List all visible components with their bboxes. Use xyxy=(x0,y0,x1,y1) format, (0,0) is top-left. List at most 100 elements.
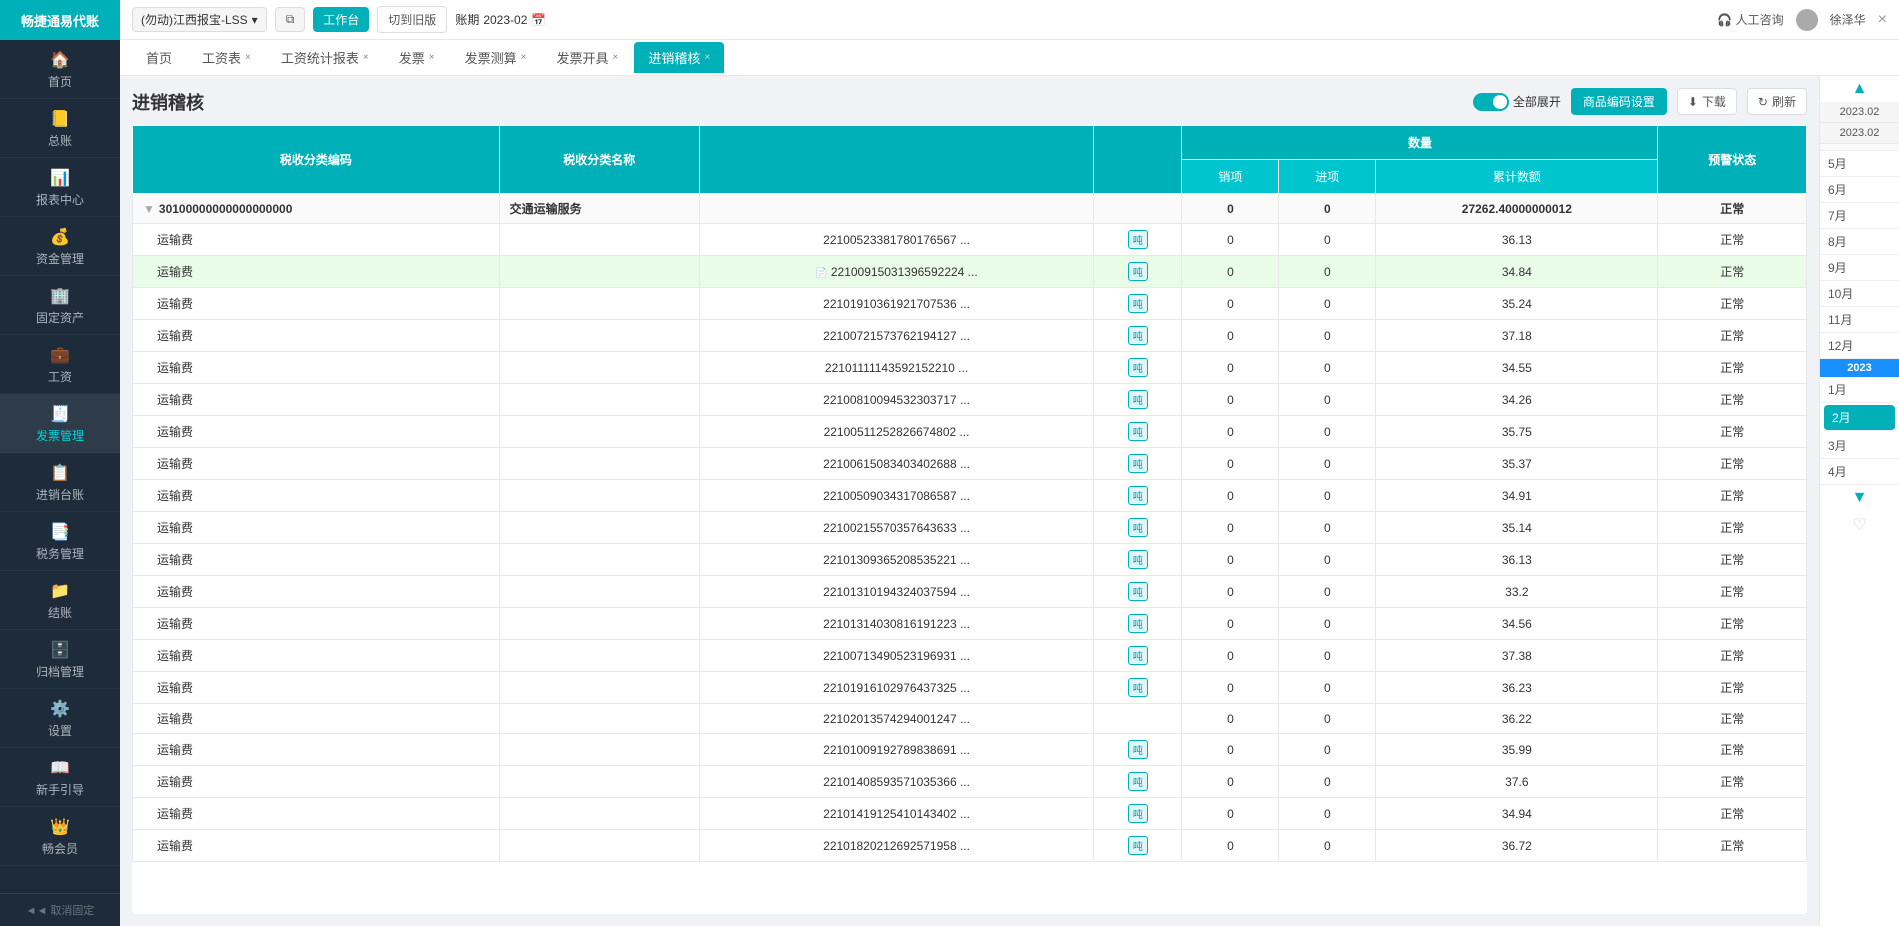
table-row[interactable]: 运输费22100713490523196931 ...吨0037.38正常 xyxy=(133,640,1807,672)
calendar-month-jul[interactable]: 7月 xyxy=(1820,203,1899,229)
calendar-up-button[interactable]: ▲ xyxy=(1820,76,1899,102)
support-button[interactable]: 🎧 人工咨询 xyxy=(1717,11,1783,28)
sidebar-item-reports[interactable]: 📊 报表中心 xyxy=(0,158,120,217)
table-row[interactable]: 运输费22101408593571035366 ...吨0037.6正常 xyxy=(133,766,1807,798)
table-row[interactable]: 运输费22101314030816191223 ...吨0034.56正常 xyxy=(133,608,1807,640)
sidebar-item-guide[interactable]: 📖 新手引导 xyxy=(0,748,120,807)
table-row[interactable]: 运输费22100615083403402688 ...吨0035.37正常 xyxy=(133,448,1807,480)
ledger-icon: 📒 xyxy=(50,109,70,129)
tab-salary[interactable]: 工资表 × xyxy=(188,42,265,73)
table-row[interactable]: 运输费22101820212692571958 ...吨0036.72正常 xyxy=(133,830,1807,862)
page-title: 进销稽核 xyxy=(132,89,204,115)
refresh-button[interactable]: ↻ 刷新 xyxy=(1747,88,1807,115)
tab-salary-report[interactable]: 工资统计报表 × xyxy=(267,42,383,73)
calendar-month-jun[interactable]: 6月 xyxy=(1820,177,1899,203)
row-status: 正常 xyxy=(1658,544,1807,576)
sidebar-item-archive[interactable]: 🗄️ 归档管理 xyxy=(0,630,120,689)
calendar-month-dec[interactable]: 12月 xyxy=(1820,333,1899,359)
table-row[interactable]: 运输费22100509034317086587 ...吨0034.91正常 xyxy=(133,480,1807,512)
tab-invoice[interactable]: 发票 × xyxy=(385,42,449,73)
goods-setting-button[interactable]: 商品编码设置 xyxy=(1571,88,1667,115)
table-row[interactable]: 运输费22100511252826674802 ...吨0035.75正常 xyxy=(133,416,1807,448)
download-button[interactable]: ⬇ 下载 xyxy=(1677,88,1737,115)
table-row[interactable]: 运输费22101419125410143402 ...吨0034.94正常 xyxy=(133,798,1807,830)
table-row[interactable]: 运输费22102013574294001247 ...0036.22正常 xyxy=(133,704,1807,734)
table-row[interactable]: 运输费22101910361921707536 ...吨0035.24正常 xyxy=(133,288,1807,320)
company-selector[interactable]: (勿动)江西报宝-LSS ▾ xyxy=(132,7,267,32)
tab-reconcile-close[interactable]: × xyxy=(704,52,710,63)
table-row[interactable]: 运输费22101309365208535221 ...吨0036.13正常 xyxy=(133,544,1807,576)
sidebar-item-label: 新手引导 xyxy=(36,781,84,798)
tab-invoice-close[interactable]: × xyxy=(429,52,435,63)
table-row[interactable]: ▼30100000000000000000交通运输服务0027262.40000… xyxy=(133,194,1807,224)
table-row[interactable]: 运输费22101009192789838691 ...吨0035.99正常 xyxy=(133,734,1807,766)
tab-salary-report-close[interactable]: × xyxy=(363,52,369,63)
row-cumulative: 37.18 xyxy=(1376,320,1658,352)
table-row[interactable]: 运输费22101310194324037594 ...吨0033.2正常 xyxy=(133,576,1807,608)
sidebar-item-invoice[interactable]: 🧾 发票管理 xyxy=(0,394,120,453)
row-invoice-id xyxy=(699,194,1093,224)
period-display: 账期 2023-02 📅 xyxy=(455,11,546,28)
sidebar-item-member[interactable]: 👑 畅会员 xyxy=(0,807,120,866)
row-tag: 吨 xyxy=(1094,416,1182,448)
table-row[interactable]: 运输费22100721573762194127 ...吨0037.18正常 xyxy=(133,320,1807,352)
tab-reconcile-label: 进销稽核 xyxy=(648,48,700,67)
calendar-month-jan-2023[interactable]: 1月 xyxy=(1820,377,1899,403)
row-cumulative: 36.22 xyxy=(1376,704,1658,734)
sidebar-item-funds[interactable]: 💰 资金管理 xyxy=(0,217,120,276)
unpin-button[interactable]: ◄◄ 取消固定 xyxy=(0,893,120,926)
row-tag: 吨 xyxy=(1094,830,1182,862)
prev-version-button[interactable]: 切到旧版 xyxy=(377,6,447,33)
row-sales: 0 xyxy=(1182,480,1279,512)
row-code: ▼30100000000000000000 xyxy=(133,194,500,224)
table-row[interactable]: 运输费22100523381780176567 ...吨0036.13正常 xyxy=(133,224,1807,256)
calendar-month-nov[interactable]: 11月 xyxy=(1820,307,1899,333)
toggle-switch[interactable] xyxy=(1473,93,1509,111)
workbench-button[interactable]: 工作台 xyxy=(313,7,369,32)
window-close-button[interactable]: × xyxy=(1878,11,1887,29)
tab-invoice-issue-label: 发票开具 xyxy=(556,48,608,67)
tab-invoice-calc-close[interactable]: × xyxy=(521,52,527,63)
tab-invoice-calc[interactable]: 发票测算 × xyxy=(451,42,541,73)
company-name: (勿动)江西报宝-LSS xyxy=(141,11,248,28)
tab-salary-close[interactable]: × xyxy=(245,52,251,63)
tab-invoice-issue[interactable]: 发票开具 × xyxy=(542,42,632,73)
calendar-month-aug[interactable]: 8月 xyxy=(1820,229,1899,255)
sidebar-item-settings[interactable]: ⚙️ 设置 xyxy=(0,689,120,748)
table-row[interactable]: 运输费22100215570357643633 ...吨0035.14正常 xyxy=(133,512,1807,544)
sidebar-item-assets[interactable]: 🏢 固定资产 xyxy=(0,276,120,335)
sidebar-item-purchase-ledger[interactable]: 📋 进销台账 xyxy=(0,453,120,512)
expand-toggle[interactable]: 全部展开 xyxy=(1473,93,1561,111)
row-invoice-id: 22101310194324037594 ... xyxy=(699,576,1093,608)
sidebar-item-tax[interactable]: 📑 税务管理 xyxy=(0,512,120,571)
col-header-invoice-id xyxy=(699,126,1093,194)
table-row[interactable]: 运输费📄22100915031396592224 ...吨0034.84正常 xyxy=(133,256,1807,288)
table-row[interactable]: 运输费22101916102976437325 ...吨0036.23正常 xyxy=(133,672,1807,704)
calendar-month-sep[interactable]: 9月 xyxy=(1820,255,1899,281)
row-sales: 0 xyxy=(1182,416,1279,448)
calendar-month-may[interactable]: 5月 xyxy=(1820,151,1899,177)
calendar-down-button[interactable]: ▼ xyxy=(1820,485,1899,511)
sidebar-item-ledger[interactable]: 📒 总账 xyxy=(0,99,120,158)
table-row[interactable]: 运输费22101111143592152210 ...吨0034.55正常 xyxy=(133,352,1807,384)
tab-reconcile[interactable]: 进销稽核 × xyxy=(634,42,724,73)
row-tag: 吨 xyxy=(1094,512,1182,544)
calendar-icon[interactable]: 📅 xyxy=(531,13,546,27)
calendar-month-mar-2023[interactable]: 3月 xyxy=(1820,433,1899,459)
calendar-month-apr-2023[interactable]: 4月 xyxy=(1820,459,1899,485)
row-cumulative: 35.75 xyxy=(1376,416,1658,448)
row-invoice-id: 22100810094532303717 ... xyxy=(699,384,1093,416)
calendar-month-feb-2023[interactable]: 2月 xyxy=(1824,405,1895,431)
row-invoice-id: 22100523381780176567 ... xyxy=(699,224,1093,256)
tab-home[interactable]: 首页 xyxy=(132,42,186,73)
sidebar-item-closing[interactable]: 📁 结账 xyxy=(0,571,120,630)
tab-invoice-issue-close[interactable]: × xyxy=(612,52,618,63)
row-cumulative: 36.13 xyxy=(1376,224,1658,256)
calendar-month-oct[interactable]: 10月 xyxy=(1820,281,1899,307)
row-cumulative: 33.2 xyxy=(1376,576,1658,608)
table-row[interactable]: 运输费22100810094532303717 ...吨0034.26正常 xyxy=(133,384,1807,416)
sidebar-item-home[interactable]: 🏠 首页 xyxy=(0,40,120,99)
sidebar-item-salary[interactable]: 💼 工资 xyxy=(0,335,120,394)
calendar-heart-button[interactable]: ♡ xyxy=(1820,511,1899,539)
copy-button[interactable]: ⧉ xyxy=(275,7,306,32)
